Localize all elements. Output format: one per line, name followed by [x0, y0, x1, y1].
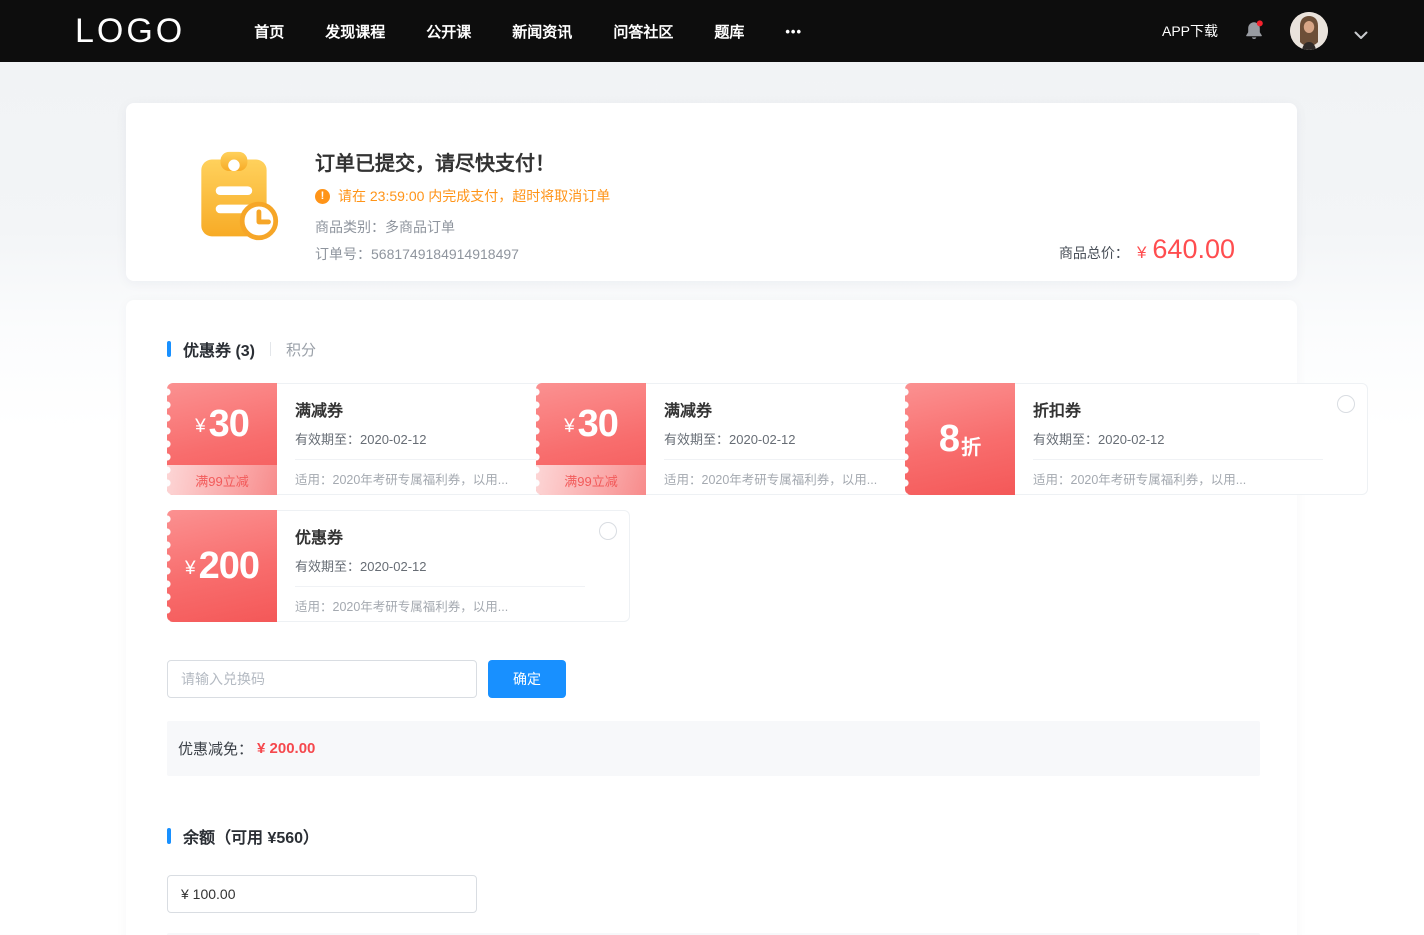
nav-item-qa-community[interactable]: 问答社区 — [613, 21, 673, 42]
total-price-value: 640.00 — [1152, 234, 1235, 265]
coupon-select-radio[interactable] — [1337, 395, 1355, 413]
discount-value: ¥ 200.00 — [257, 740, 315, 757]
coupon-name: 优惠券 — [295, 524, 585, 548]
nav-item-home[interactable]: 首页 — [254, 21, 284, 42]
nav-menu: 首页 发现课程 公开课 新闻资讯 问答社区 题库 ••• — [254, 21, 802, 42]
logo[interactable]: LOGO — [75, 14, 185, 48]
coupon-condition-strip: 满99立减 — [167, 465, 277, 495]
coupon-value-panel: ¥30 满99立减 — [167, 383, 277, 495]
coupon-divider — [295, 586, 585, 587]
coupon-validity: 有效期至：2020-02-12 — [1033, 429, 1323, 448]
total-price-label: 商品总价： — [1059, 243, 1129, 263]
coupon-card[interactable]: ¥200 优惠券 有效期至：2020-02-12 适用：2020年考研专属福利券… — [167, 510, 519, 622]
discount-label: 优惠减免： — [178, 738, 253, 759]
warning-icon: ! — [315, 189, 330, 204]
coupon-value-panel: 8折 — [905, 383, 1015, 495]
order-info: 订单已提交，请尽快支付！ ! 请在 23:59:00 内完成支付，超时将取消订单… — [315, 147, 610, 264]
coupon-section-header: 优惠券 (3) 积分 — [167, 337, 1259, 361]
coupon-details: 优惠券 有效期至：2020-02-12 适用：2020年考研专属福利券，以用..… — [277, 510, 630, 622]
order-number-row: 订单号：5681749184914918497 — [315, 244, 610, 264]
coupon-amount: ¥200 — [167, 510, 277, 622]
coupon-currency: ¥ — [185, 558, 196, 580]
category-value: 多商品订单 — [385, 219, 455, 235]
coupon-currency: ¥ — [195, 416, 206, 438]
app-download-link[interactable]: APP下载 — [1162, 21, 1218, 41]
coupon-value-panel: ¥30 满99立减 — [536, 383, 646, 495]
coupon-validity: 有效期至：2020-02-12 — [295, 556, 585, 575]
balance-amount-input[interactable] — [167, 875, 477, 913]
coupon-card[interactable]: ¥30 满99立减 满减券 有效期至：2020-02-12 适用：2020年考研… — [167, 383, 519, 495]
payment-options-card: 优惠券 (3) 积分 ¥30 满99立减 满减券 有效期至：2020-02-12… — [126, 300, 1297, 935]
coupon-value: 200 — [199, 545, 259, 588]
order-total-row: 商品总价： ¥ 640.00 — [1059, 234, 1235, 265]
coupon-value-panel: ¥200 — [167, 510, 277, 622]
coupon-card[interactable]: 8折 折扣券 有效期至：2020-02-12 适用：2020年考研专属福利券，以… — [905, 383, 1257, 495]
coupon-value: 30 — [209, 403, 249, 446]
top-navbar: LOGO 首页 发现课程 公开课 新闻资讯 问答社区 题库 ••• APP下载 — [0, 0, 1424, 62]
redeem-code-input[interactable] — [167, 660, 477, 698]
section-accent-bar — [167, 341, 171, 357]
payment-deadline-notice: ! 请在 23:59:00 内完成支付，超时将取消订单 — [315, 186, 610, 206]
coupon-applicable-text: 适用：2020年考研专属福利券，以用... — [1033, 469, 1323, 488]
coupon-condition-strip: 满99立减 — [536, 465, 646, 495]
order-category-row: 商品类别：多商品订单 — [315, 217, 610, 237]
nav-right: APP下载 — [1162, 12, 1368, 50]
balance-section-header: 余额（可用 ¥560） — [167, 824, 1259, 848]
user-avatar[interactable] — [1290, 12, 1328, 50]
discount-summary-row: 优惠减免： ¥ 200.00 — [167, 721, 1260, 776]
section-accent-bar — [167, 828, 171, 844]
tab-coupons[interactable]: 优惠券 (3) — [183, 337, 255, 361]
balance-input-row — [167, 875, 1259, 913]
coupon-amount: ¥30 — [167, 383, 277, 465]
order-no-value: 5681749184914918497 — [371, 246, 519, 262]
order-banner-card: 订单已提交，请尽快支付！ ! 请在 23:59:00 内完成支付，超时将取消订单… — [126, 103, 1297, 281]
confirm-button[interactable]: 确定 — [488, 660, 566, 698]
coupon-divider — [1033, 459, 1323, 460]
nav-item-question-bank[interactable]: 题库 — [714, 21, 744, 42]
redeem-code-row: 确定 — [167, 660, 1259, 698]
coupon-card[interactable]: ¥30 满99立减 满减券 有效期至：2020-02-12 适用：2020年考研… — [536, 383, 888, 495]
order-submitted-title: 订单已提交，请尽快支付！ — [315, 147, 610, 176]
coupon-currency: ¥ — [564, 416, 575, 438]
coupon-select-radio[interactable] — [599, 522, 617, 540]
notification-bell-icon[interactable] — [1244, 20, 1264, 42]
coupon-value: 30 — [578, 403, 618, 446]
order-no-label: 订单号： — [315, 246, 371, 262]
coupon-applicable-text: 适用：2020年考研专属福利券，以用... — [295, 596, 585, 615]
tab-points[interactable]: 积分 — [286, 339, 316, 360]
deadline-text: 请在 23:59:00 内完成支付，超时将取消订单 — [338, 186, 610, 206]
coupon-grid: ¥30 满99立减 满减券 有效期至：2020-02-12 适用：2020年考研… — [167, 383, 1259, 622]
nav-item-news[interactable]: 新闻资讯 — [512, 21, 572, 42]
coupon-details: 折扣券 有效期至：2020-02-12 适用：2020年考研专属福利券，以用..… — [1015, 383, 1368, 495]
tab-divider — [270, 342, 271, 356]
nav-item-more-icon[interactable]: ••• — [785, 24, 802, 39]
balance-title: 余额（可用 ¥560） — [183, 824, 319, 848]
coupon-name: 折扣券 — [1033, 397, 1323, 421]
nav-item-discover-courses[interactable]: 发现课程 — [325, 21, 385, 42]
coupon-amount: ¥30 — [536, 383, 646, 465]
nav-item-open-courses[interactable]: 公开课 — [426, 21, 471, 42]
coupon-amount: 8折 — [905, 383, 1015, 495]
total-currency: ¥ — [1137, 243, 1146, 263]
order-clipboard-icon — [185, 147, 281, 245]
chevron-down-icon[interactable] — [1354, 27, 1368, 36]
coupon-value: 8 — [939, 418, 959, 461]
coupon-unit: 折 — [961, 431, 981, 460]
category-label: 商品类别： — [315, 219, 385, 235]
